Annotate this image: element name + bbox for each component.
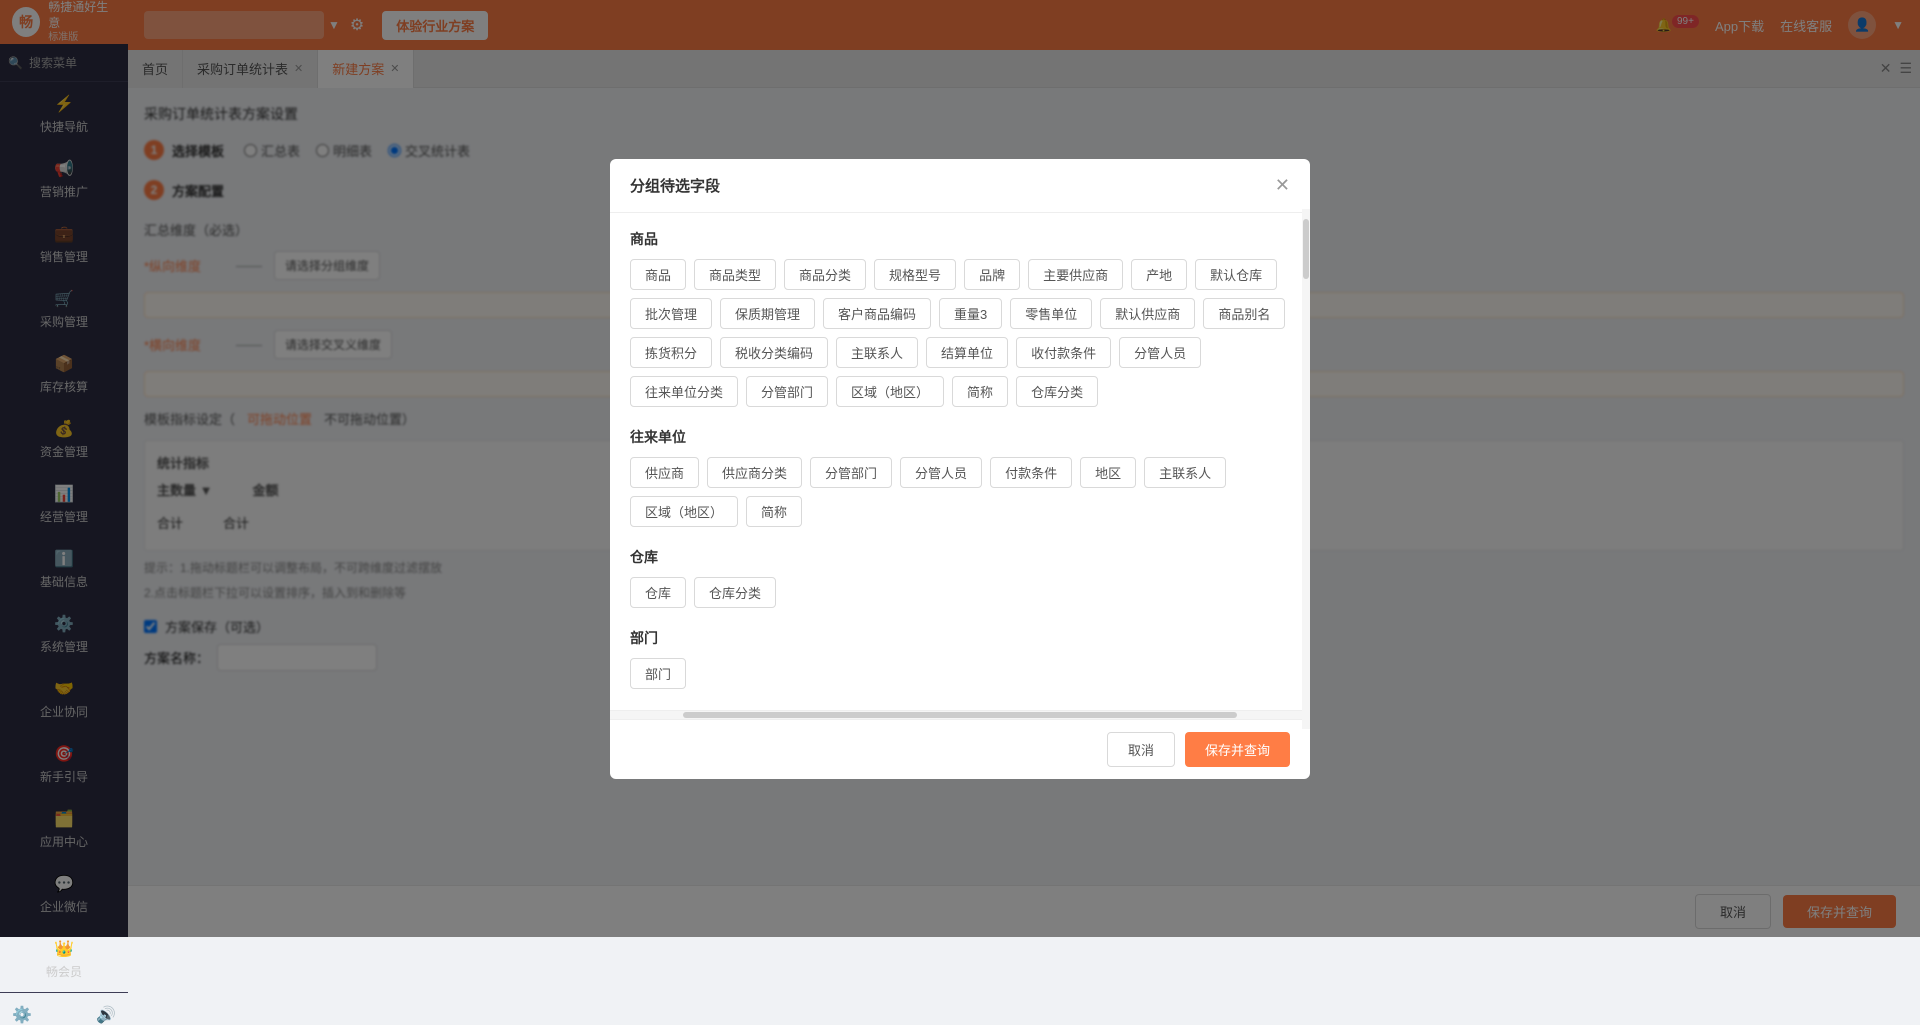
modal-header: 分组待选字段 ✕ — [610, 159, 1310, 213]
field-tag-spec-model[interactable]: 规格型号 — [874, 259, 956, 290]
modal-vscroll[interactable] — [1302, 209, 1310, 729]
field-tag-main-contact-partner[interactable]: 主联系人 — [1144, 457, 1226, 488]
field-tag-warehouse-category-product[interactable]: 仓库分类 — [1016, 376, 1098, 407]
field-tag-supplier[interactable]: 供应商 — [630, 457, 699, 488]
field-tag-short-name-product[interactable]: 简称 — [952, 376, 1008, 407]
field-tag-product-alias[interactable]: 商品别名 — [1203, 298, 1285, 329]
partner-field-tags: 供应商 供应商分类 分管部门 分管人员 付款条件 地区 主联系人 区域（地区） … — [630, 457, 1290, 527]
product-field-tags: 商品 商品类型 商品分类 规格型号 品牌 主要供应商 产地 默认仓库 批次管理 … — [630, 259, 1290, 407]
field-tag-dept[interactable]: 部门 — [630, 658, 686, 689]
modal-vscroll-thumb — [1303, 219, 1309, 279]
field-group-warehouse: 仓库 仓库 仓库分类 — [630, 547, 1290, 608]
field-tag-short-name-partner[interactable]: 简称 — [746, 496, 802, 527]
modal-body[interactable]: 商品 商品 商品类型 商品分类 规格型号 品牌 主要供应商 产地 默认仓库 批次… — [610, 213, 1310, 711]
field-tag-supervise-dept[interactable]: 分管部门 — [746, 376, 828, 407]
field-tag-main-contact[interactable]: 主联系人 — [836, 337, 918, 368]
modal-hscroll-thumb — [683, 712, 1237, 718]
modal-overlay: 分组待选字段 ✕ 商品 商品 商品类型 商品分类 规格型号 品牌 主要供应商 产… — [0, 0, 1920, 937]
field-tag-settlement-unit[interactable]: 结算单位 — [926, 337, 1008, 368]
field-group-product: 商品 商品 商品类型 商品分类 规格型号 品牌 主要供应商 产地 默认仓库 批次… — [630, 229, 1290, 407]
field-tag-warehouse-category[interactable]: 仓库分类 — [694, 577, 776, 608]
field-tag-shelf-life[interactable]: 保质期管理 — [720, 298, 815, 329]
field-tag-supplier-category[interactable]: 供应商分类 — [707, 457, 802, 488]
field-tag-product[interactable]: 商品 — [630, 259, 686, 290]
field-tag-weight3[interactable]: 重量3 — [939, 298, 1002, 329]
dept-field-tags: 部门 — [630, 658, 1290, 689]
modal: 分组待选字段 ✕ 商品 商品 商品类型 商品分类 规格型号 品牌 主要供应商 产… — [610, 159, 1310, 779]
field-tag-product-type[interactable]: 商品类型 — [694, 259, 776, 290]
field-tag-warehouse[interactable]: 仓库 — [630, 577, 686, 608]
field-tag-dept-partner[interactable]: 分管部门 — [810, 457, 892, 488]
field-tag-partner-category[interactable]: 往来单位分类 — [630, 376, 738, 407]
field-tag-brand[interactable]: 品牌 — [964, 259, 1020, 290]
field-tag-tax-code[interactable]: 税收分类编码 — [720, 337, 828, 368]
field-group-partner-title: 往来单位 — [630, 427, 1290, 447]
field-group-dept-title: 部门 — [630, 628, 1290, 648]
field-tag-pick-score[interactable]: 拣货积分 — [630, 337, 712, 368]
modal-save-button[interactable]: 保存并查询 — [1185, 732, 1290, 767]
modal-hscroll[interactable] — [610, 710, 1310, 718]
field-group-warehouse-title: 仓库 — [630, 547, 1290, 567]
field-tag-region-product[interactable]: 区域（地区） — [836, 376, 944, 407]
field-tag-area[interactable]: 地区 — [1080, 457, 1136, 488]
modal-title: 分组待选字段 — [630, 175, 720, 196]
modal-footer: 取消 保存并查询 — [610, 719, 1310, 779]
field-tag-product-category[interactable]: 商品分类 — [784, 259, 866, 290]
field-tag-default-supplier[interactable]: 默认供应商 — [1100, 298, 1195, 329]
modal-cancel-button[interactable]: 取消 — [1107, 732, 1175, 767]
field-tag-payment-cond[interactable]: 付款条件 — [990, 457, 1072, 488]
field-tag-main-supplier[interactable]: 主要供应商 — [1028, 259, 1123, 290]
warehouse-field-tags: 仓库 仓库分类 — [630, 577, 1290, 608]
field-group-product-title: 商品 — [630, 229, 1290, 249]
field-tag-default-warehouse[interactable]: 默认仓库 — [1195, 259, 1277, 290]
field-group-dept: 部门 部门 — [630, 628, 1290, 689]
field-tag-customer-code[interactable]: 客户商品编码 — [823, 298, 931, 329]
modal-close-button[interactable]: ✕ — [1275, 175, 1290, 196]
field-tag-origin[interactable]: 产地 — [1131, 259, 1187, 290]
field-tag-supervisor[interactable]: 分管人员 — [1119, 337, 1201, 368]
field-tag-retail-unit[interactable]: 零售单位 — [1010, 298, 1092, 329]
field-tag-batch-manage[interactable]: 批次管理 — [630, 298, 712, 329]
field-tag-supervisor-partner[interactable]: 分管人员 — [900, 457, 982, 488]
field-group-partner: 往来单位 供应商 供应商分类 分管部门 分管人员 付款条件 地区 主联系人 区域… — [630, 427, 1290, 527]
field-tag-region-partner[interactable]: 区域（地区） — [630, 496, 738, 527]
field-tag-payment-terms[interactable]: 收付款条件 — [1016, 337, 1111, 368]
